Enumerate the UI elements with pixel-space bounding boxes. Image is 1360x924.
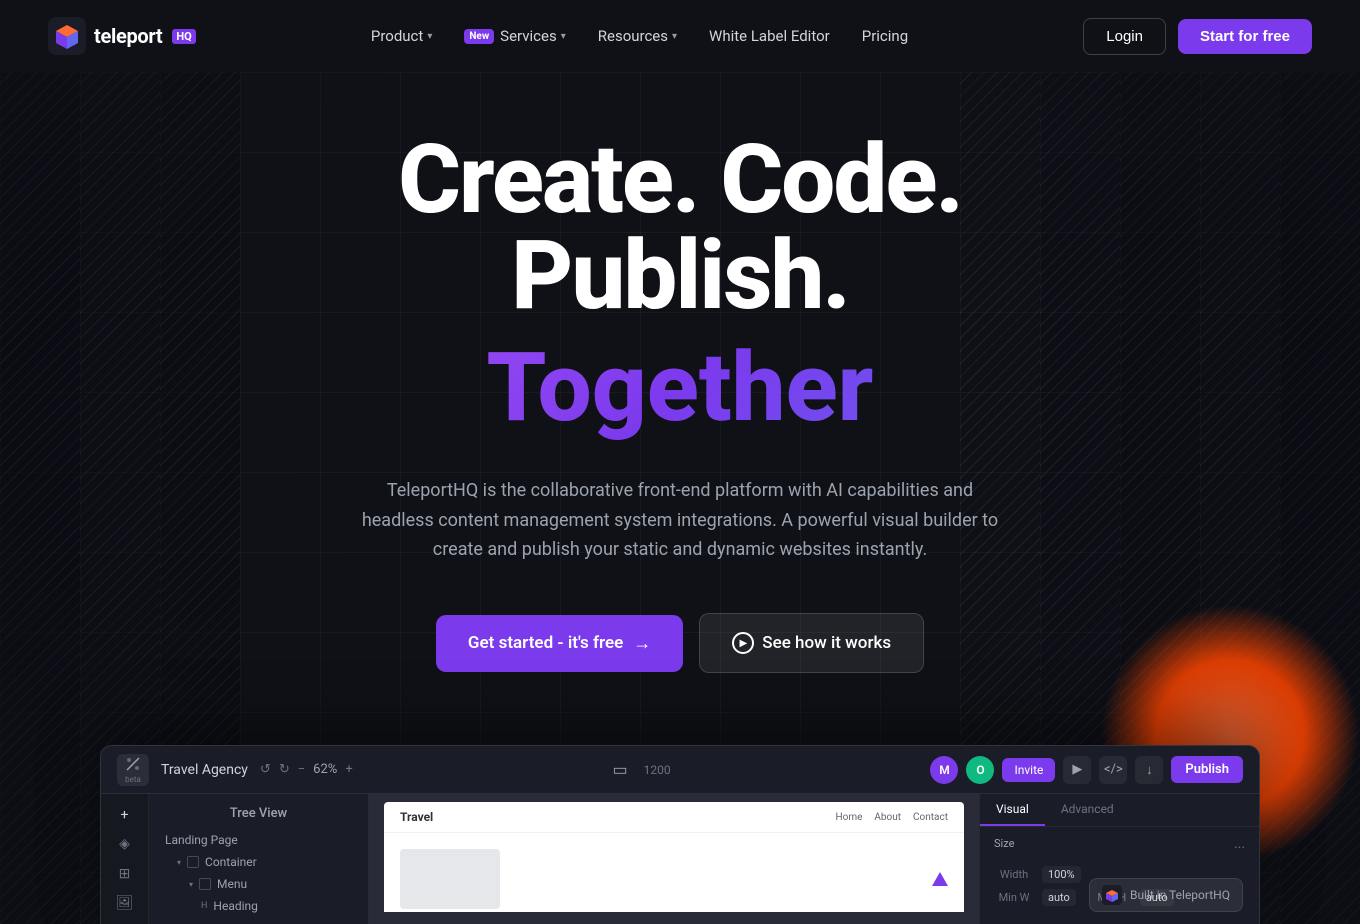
nav-links: Product ▾ New Services ▾ Resources ▾ Whi… xyxy=(357,19,922,53)
teleport-small-icon xyxy=(1102,885,1122,905)
tree-item-heading[interactable]: H Heading xyxy=(149,895,368,917)
canvas-about-link: About xyxy=(874,812,901,823)
canvas-placeholder xyxy=(400,849,500,909)
add-icon[interactable]: + xyxy=(109,804,141,826)
editor-right: M O Invite ▶ </> ↓ Publish xyxy=(930,756,1243,784)
nav-services[interactable]: New Services ▾ xyxy=(450,19,579,53)
components-icon[interactable]: ◈ xyxy=(109,834,141,856)
nav-whitelabel[interactable]: White Label Editor xyxy=(695,19,844,53)
editor-right-panel: Visual Advanced Size ··· Width 100% Min … xyxy=(979,794,1259,924)
editor-controls: ↺ ↻ − 62% + xyxy=(260,762,353,777)
tree-checkbox[interactable] xyxy=(199,878,211,890)
width-label: Width xyxy=(994,868,1034,881)
canvas-contact-link: Contact xyxy=(913,812,948,823)
assets-icon[interactable]: 🖼 xyxy=(109,893,141,915)
plus-icon[interactable]: + xyxy=(345,762,352,777)
publish-button[interactable]: Publish xyxy=(1171,756,1243,783)
tab-advanced[interactable]: Advanced xyxy=(1045,794,1130,826)
nav-resources[interactable]: Resources ▾ xyxy=(584,19,691,53)
avatar-m: M xyxy=(930,756,958,784)
hero-buttons: Get started - it's free → ▶ See how it w… xyxy=(230,613,1130,673)
avatar-o: O xyxy=(966,756,994,784)
new-badge: New xyxy=(464,29,494,44)
editor-body: + ◈ ⊞ 🖼 Tree View Landing Page ▾ Contain… xyxy=(101,794,1259,924)
undo-icon[interactable]: ↺ xyxy=(260,762,271,777)
logo-name: teleport xyxy=(94,24,162,48)
size-label: Size xyxy=(994,837,1014,850)
width-value[interactable]: 100% xyxy=(1042,866,1081,883)
project-name: Travel Agency xyxy=(161,762,248,778)
canvas-width: 1200 xyxy=(644,763,671,777)
chevron-down-icon: ▾ xyxy=(561,31,566,42)
expand-icon: ▾ xyxy=(189,880,193,889)
hero-title: Create. Code. Publish. xyxy=(230,132,1130,324)
logo[interactable]: teleport HQ xyxy=(48,17,196,55)
play-icon: ▶ xyxy=(732,632,754,654)
tab-visual[interactable]: Visual xyxy=(980,794,1045,826)
play-button[interactable]: ▶ xyxy=(1063,756,1091,784)
logo-hq: HQ xyxy=(172,29,195,44)
tree-checkbox[interactable] xyxy=(187,856,199,868)
canvas-content xyxy=(384,833,964,912)
editor-left-controls: beta Travel Agency ↺ ↻ − 62% + xyxy=(117,754,353,786)
editor-sidebar: + ◈ ⊞ 🖼 xyxy=(101,794,149,924)
code-button[interactable]: </> xyxy=(1099,756,1127,784)
heading-tag-icon: H xyxy=(201,901,207,911)
chevron-down-icon: ▾ xyxy=(672,31,677,42)
device-icon[interactable]: ▭ xyxy=(613,760,628,779)
redo-icon[interactable]: ↻ xyxy=(279,762,290,777)
tree-item-container[interactable]: ▾ Container xyxy=(149,851,368,873)
canvas-brand: Travel xyxy=(400,810,433,824)
editor-center: ▭ 1200 xyxy=(613,760,671,779)
tree-item-landing[interactable]: Landing Page xyxy=(149,829,368,851)
canvas-page: Travel Home About Contact xyxy=(384,802,964,912)
editor-canvas: Travel Home About Contact xyxy=(369,794,979,924)
invite-button[interactable]: Invite xyxy=(1002,758,1055,782)
more-options-icon[interactable]: ··· xyxy=(1234,840,1245,856)
hero-content: Create. Code. Publish. Together Teleport… xyxy=(230,132,1130,745)
canvas-nav: Travel Home About Contact xyxy=(384,802,964,833)
hero-title-line2: Together xyxy=(230,332,1130,444)
hero-section: .dc { position: absolute; top: 0; bottom… xyxy=(0,72,1360,924)
beta-icon: beta xyxy=(117,754,149,786)
layers-icon[interactable]: ⊞ xyxy=(109,863,141,885)
chevron-down-icon: ▾ xyxy=(427,31,432,42)
editor-tree-panel: Tree View Landing Page ▾ Container ▾ Men… xyxy=(149,794,369,924)
built-badge[interactable]: Built in TeleportHQ xyxy=(1089,878,1243,912)
hero-description: TeleportHQ is the collaborative front-en… xyxy=(360,476,1000,565)
hero-title-line1: Create. Code. Publish. xyxy=(398,124,962,332)
canvas-home-link: Home xyxy=(835,812,862,823)
start-button[interactable]: Start for free xyxy=(1178,19,1312,54)
download-button[interactable]: ↓ xyxy=(1135,756,1163,784)
minus-icon[interactable]: − xyxy=(298,762,305,777)
arrow-right-icon: → xyxy=(633,633,651,654)
navigation: teleport HQ Product ▾ New Services ▾ Reso… xyxy=(0,0,1360,72)
tree-item-menu[interactable]: ▾ Menu xyxy=(149,873,368,895)
login-button[interactable]: Login xyxy=(1083,18,1166,55)
editor-topbar: beta Travel Agency ↺ ↻ − 62% + ▭ 1200 M … xyxy=(101,746,1259,794)
min-w-value[interactable]: auto xyxy=(1042,889,1076,906)
nav-pricing[interactable]: Pricing xyxy=(848,19,922,53)
canvas-pointer xyxy=(932,872,948,886)
nav-product[interactable]: Product ▾ xyxy=(357,19,446,53)
editor-preview: beta Travel Agency ↺ ↻ − 62% + ▭ 1200 M … xyxy=(100,745,1260,924)
nav-actions: Login Start for free xyxy=(1083,18,1312,55)
tree-header: Tree View xyxy=(149,806,368,829)
zoom-level: 62% xyxy=(313,762,337,777)
get-started-button[interactable]: Get started - it's free → xyxy=(436,615,683,672)
canvas-nav-links: Home About Contact xyxy=(835,812,948,823)
min-w-label: Min W xyxy=(994,891,1034,904)
panel-tabs: Visual Advanced xyxy=(980,794,1259,827)
see-how-button[interactable]: ▶ See how it works xyxy=(699,613,924,673)
